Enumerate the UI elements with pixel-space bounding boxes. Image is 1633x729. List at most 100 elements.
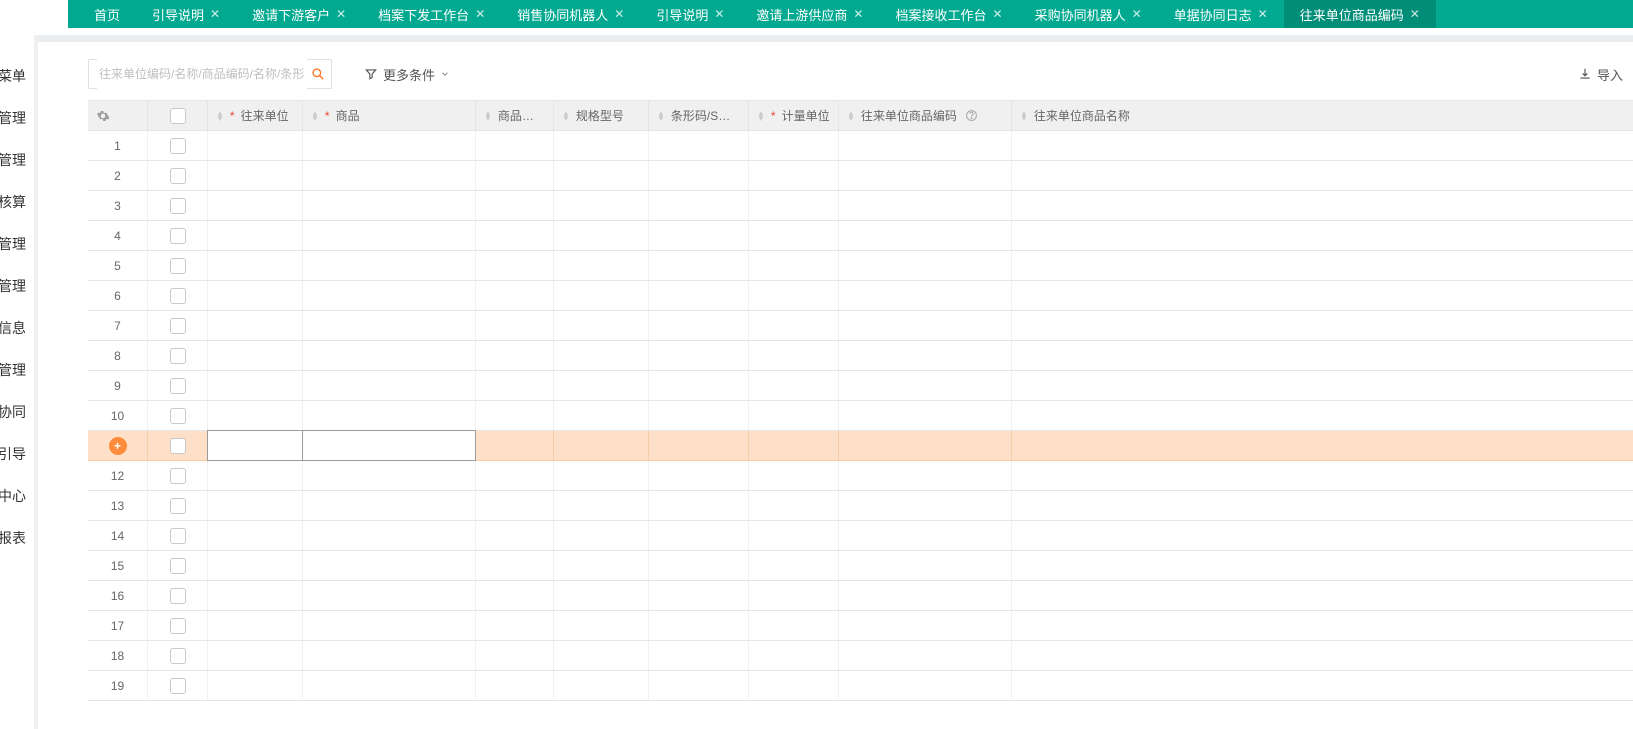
row-checkbox[interactable] <box>170 318 186 334</box>
table-row[interactable]: 13 <box>88 491 1633 521</box>
close-icon[interactable]: ✕ <box>993 7 1003 21</box>
row-checkbox[interactable] <box>170 258 186 274</box>
table-row[interactable]: 5 <box>88 251 1633 281</box>
tab-6[interactable]: 档案接收工作台✕ <box>879 0 1018 28</box>
column-header-barcode[interactable]: ▲▼条形码/S… <box>649 101 749 131</box>
cell-product[interactable] <box>302 430 476 461</box>
row-checkbox[interactable] <box>170 198 186 214</box>
table-row[interactable]: + <box>88 431 1633 461</box>
column-header-spec[interactable]: ▲▼规格型号 <box>554 101 649 131</box>
close-icon[interactable]: ✕ <box>1258 7 1268 21</box>
sidebar-item-0[interactable]: 菜单 <box>0 55 34 97</box>
table-row[interactable]: 9 <box>88 371 1633 401</box>
row-checkbox[interactable] <box>170 378 186 394</box>
table-row[interactable]: 8 <box>88 341 1633 371</box>
add-row-button-cell[interactable]: + <box>88 431 148 461</box>
table-row[interactable]: 16 <box>88 581 1633 611</box>
row-checkbox[interactable] <box>170 468 186 484</box>
row-checkbox[interactable] <box>170 138 186 154</box>
sidebar-item-2[interactable]: 管理 <box>0 139 34 181</box>
gear-icon[interactable] <box>96 109 110 123</box>
search-icon[interactable] <box>311 67 325 81</box>
column-header-uom[interactable]: ▲▼*计量单位 <box>749 101 839 131</box>
row-checkbox[interactable] <box>170 288 186 304</box>
cell-unit[interactable] <box>207 430 303 461</box>
cell-unitname[interactable] <box>1012 431 1633 461</box>
row-checkbox[interactable] <box>170 408 186 424</box>
table-row[interactable]: 3 <box>88 191 1633 221</box>
search-input[interactable] <box>97 59 307 89</box>
tab-4[interactable]: 引导说明✕ <box>640 0 740 28</box>
table-row[interactable]: 19 <box>88 671 1633 701</box>
row-checkbox[interactable] <box>170 588 186 604</box>
more-conditions-button[interactable]: 更多条件 <box>364 60 450 88</box>
tab-2[interactable]: 档案下发工作台✕ <box>362 0 501 28</box>
column-header-ptype[interactable]: ▲▼商品… <box>476 101 554 131</box>
table-row[interactable]: 4 <box>88 221 1633 251</box>
row-checkbox[interactable] <box>170 528 186 544</box>
close-icon[interactable]: ✕ <box>853 7 863 21</box>
sidebar-item-1[interactable]: 管理 <box>0 97 34 139</box>
sidebar-item-7[interactable]: 管理 <box>0 349 34 391</box>
column-header-unitname[interactable]: ▲▼往来单位商品名称 <box>1012 101 1633 131</box>
column-header-check[interactable] <box>148 101 208 131</box>
export-button[interactable]: 导入 <box>1578 60 1623 88</box>
tab-3[interactable]: 销售协同机器人✕ <box>501 0 640 28</box>
sidebar-item-4[interactable]: 管理 <box>0 223 34 265</box>
search-box[interactable] <box>88 59 332 89</box>
cell-barcode[interactable] <box>649 431 749 461</box>
row-checkbox[interactable] <box>170 438 186 454</box>
column-header-unitcode[interactable]: ▲▼往来单位商品编码 <box>839 101 1012 131</box>
add-row-button[interactable]: + <box>109 437 127 455</box>
cell-unitcode[interactable] <box>839 431 1012 461</box>
table-row[interactable]: 12 <box>88 461 1633 491</box>
select-all-checkbox[interactable] <box>170 108 186 124</box>
cell-uom[interactable] <box>749 431 839 461</box>
sidebar-item-3[interactable]: 核算 <box>0 181 34 223</box>
sidebar-item-11[interactable]: 报表 <box>0 517 34 559</box>
sidebar-item-9[interactable]: 引导 <box>0 433 34 475</box>
table-row[interactable]: 6 <box>88 281 1633 311</box>
table-row[interactable]: 14 <box>88 521 1633 551</box>
close-icon[interactable]: ✕ <box>210 7 220 21</box>
sidebar-item-5[interactable]: 管理 <box>0 265 34 307</box>
table-row[interactable]: 1 <box>88 131 1633 161</box>
close-icon[interactable]: ✕ <box>714 7 724 21</box>
sidebar-item-6[interactable]: 信息 <box>0 307 34 349</box>
tab-9[interactable]: 往来单位商品编码✕ <box>1284 0 1436 28</box>
tab-home[interactable]: 首页 <box>78 0 136 28</box>
sidebar-item-10[interactable]: 中心 <box>0 475 34 517</box>
tab-1[interactable]: 邀请下游客户✕ <box>236 0 362 28</box>
close-icon[interactable]: ✕ <box>614 7 624 21</box>
row-checkbox[interactable] <box>170 348 186 364</box>
table-row[interactable]: 15 <box>88 551 1633 581</box>
row-checkbox[interactable] <box>170 228 186 244</box>
close-icon[interactable]: ✕ <box>1132 7 1142 21</box>
column-header-product[interactable]: ▲▼*商品 <box>303 101 476 131</box>
column-header-gear[interactable] <box>88 101 148 131</box>
close-icon[interactable]: ✕ <box>336 7 346 21</box>
row-checkbox[interactable] <box>170 678 186 694</box>
cell-spec[interactable] <box>554 431 649 461</box>
table-row[interactable]: 10 <box>88 401 1633 431</box>
row-checkbox[interactable] <box>170 558 186 574</box>
help-icon[interactable] <box>965 109 978 122</box>
row-checkbox[interactable] <box>170 168 186 184</box>
close-icon[interactable]: ✕ <box>475 7 485 21</box>
table-row[interactable]: 7 <box>88 311 1633 341</box>
table-row[interactable]: 18 <box>88 641 1633 671</box>
tab-8[interactable]: 单据协同日志✕ <box>1158 0 1284 28</box>
tab-7[interactable]: 采购协同机器人✕ <box>1019 0 1158 28</box>
row-checkbox[interactable] <box>170 498 186 514</box>
sidebar-item-8[interactable]: 协同 <box>0 391 34 433</box>
row-checkbox[interactable] <box>170 648 186 664</box>
cell-ptype[interactable] <box>476 431 554 461</box>
cell-unit <box>208 191 303 221</box>
tab-5[interactable]: 邀请上游供应商✕ <box>740 0 879 28</box>
table-row[interactable]: 2 <box>88 161 1633 191</box>
tab-0[interactable]: 引导说明✕ <box>136 0 236 28</box>
row-checkbox[interactable] <box>170 618 186 634</box>
column-header-unit[interactable]: ▲▼*往来单位 <box>208 101 303 131</box>
close-icon[interactable]: ✕ <box>1410 7 1420 21</box>
table-row[interactable]: 17 <box>88 611 1633 641</box>
